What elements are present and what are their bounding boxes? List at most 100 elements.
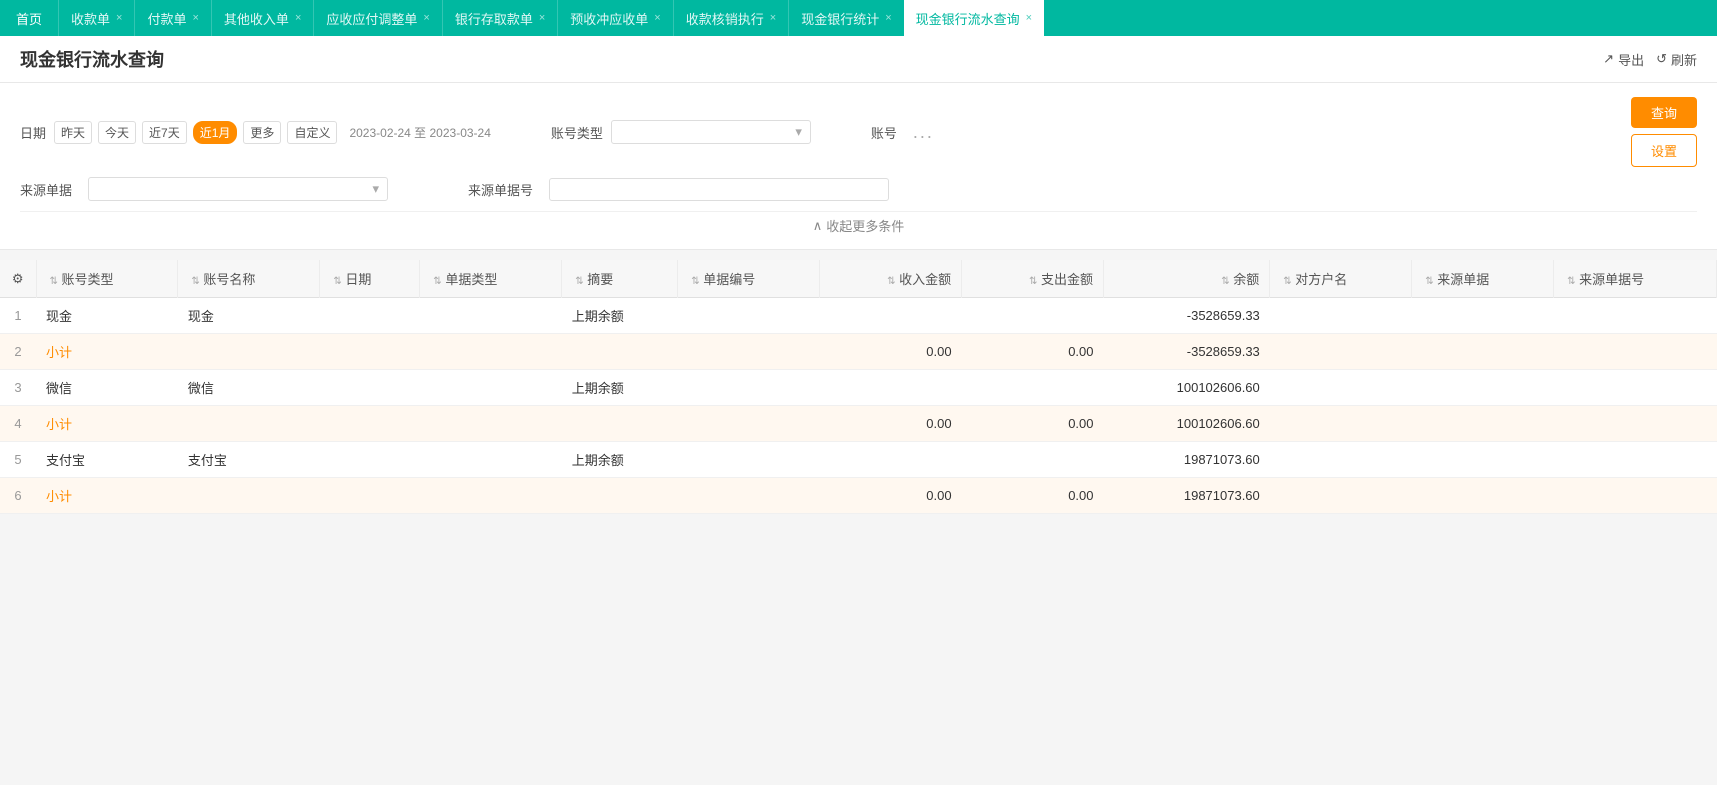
refresh-button[interactable]: ↺ 刷新 — [1656, 50, 1697, 69]
source-doc-select[interactable]: ▾ — [88, 177, 388, 201]
close-icon[interactable]: × — [654, 12, 660, 24]
export-button[interactable]: ↗ 导出 — [1603, 50, 1644, 69]
nav-tab-prepay[interactable]: 预收冲应收单 × — [557, 0, 672, 36]
collapse-button[interactable]: ∧ 收起更多条件 — [20, 211, 1697, 239]
cell-counterpart — [1270, 334, 1412, 370]
nav-tab-verify[interactable]: 收款核销执行 × — [673, 0, 788, 36]
table-body: 1 现金 现金 上期余额 -3528659.33 2 小计 0.00 0.00 … — [0, 298, 1717, 514]
top-nav: 首页 收款单 × 付款单 × 其他收入单 × 应收应付调整单 × 银行存取款单 … — [0, 0, 1717, 36]
cell-account-name — [178, 334, 320, 370]
data-table: ⚙ ⇅ 账号类型 ⇅ 账号名称 ⇅ 日期 ⇅ 单据类型 ⇅ — [0, 260, 1717, 514]
sort-icon-4[interactable]: ⇅ — [433, 276, 441, 287]
sort-icon-3[interactable]: ⇅ — [333, 276, 341, 287]
cell-date — [320, 406, 420, 442]
cell-expense: 0.00 — [962, 334, 1104, 370]
th-summary: ⇅ 摘要 — [562, 260, 678, 298]
cell-date — [320, 334, 420, 370]
cell-source-doc-no — [1554, 298, 1717, 334]
cell-counterpart — [1270, 442, 1412, 478]
sort-icon-11[interactable]: ⇅ — [1425, 276, 1433, 287]
table-row[interactable]: 6 小计 0.00 0.00 19871073.60 — [0, 478, 1717, 514]
settings-button[interactable]: 设置 — [1631, 134, 1697, 167]
cell-source-doc — [1412, 442, 1554, 478]
query-button[interactable]: 查询 — [1631, 97, 1697, 128]
table-row[interactable]: 3 微信 微信 上期余额 100102606.60 — [0, 370, 1717, 406]
nav-home[interactable]: 首页 — [0, 0, 58, 36]
th-income: ⇅ 收入金额 — [820, 260, 962, 298]
table-row[interactable]: 1 现金 现金 上期余额 -3528659.33 — [0, 298, 1717, 334]
date-btn-yesterday[interactable]: 昨天 — [54, 121, 92, 144]
source-doc-no-input[interactable] — [549, 178, 889, 201]
cell-source-doc-no — [1554, 442, 1717, 478]
cell-counterpart — [1270, 370, 1412, 406]
table-row[interactable]: 4 小计 0.00 0.00 100102606.60 — [0, 406, 1717, 442]
th-account-name: ⇅ 账号名称 — [178, 260, 320, 298]
export-icon: ↗ — [1603, 51, 1614, 67]
th-source-doc-no: ⇅ 来源单据号 — [1554, 260, 1717, 298]
cell-counterpart — [1270, 406, 1412, 442]
sort-icon-5[interactable]: ⇅ — [575, 276, 583, 287]
cell-doc-type — [420, 334, 562, 370]
nav-tab-fukuan[interactable]: 付款单 × — [134, 0, 210, 36]
cell-balance: -3528659.33 — [1104, 334, 1270, 370]
filter-row-1: 日期 昨天 今天 近7天 近1月 更多 自定义 2023-02-24 至 202… — [20, 97, 1697, 167]
sort-icon-6[interactable]: ⇅ — [691, 276, 699, 287]
sort-icon-10[interactable]: ⇅ — [1283, 276, 1291, 287]
close-icon[interactable]: × — [423, 12, 429, 24]
nav-tab-flow-query[interactable]: 现金银行流水查询 × — [904, 0, 1044, 36]
account-dots[interactable]: ... — [913, 122, 934, 143]
chevron-down-icon-2: ▾ — [372, 181, 379, 197]
row-number: 2 — [0, 334, 36, 370]
cell-expense: 0.00 — [962, 406, 1104, 442]
source-doc-filter: 来源单据 ▾ — [20, 177, 388, 201]
nav-tab-adjustment[interactable]: 应收应付调整单 × — [313, 0, 441, 36]
sort-icon-7[interactable]: ⇅ — [887, 276, 895, 287]
nav-tab-stats[interactable]: 现金银行统计 × — [788, 0, 903, 36]
nav-tab-bank-deposit[interactable]: 银行存取款单 × — [442, 0, 557, 36]
close-icon[interactable]: × — [539, 12, 545, 24]
cell-account-name — [178, 406, 320, 442]
cell-date — [320, 298, 420, 334]
cell-summary: 上期余额 — [562, 442, 678, 478]
cell-account-name: 支付宝 — [178, 442, 320, 478]
date-btn-more[interactable]: 更多 — [243, 121, 281, 144]
row-number: 1 — [0, 298, 36, 334]
nav-tab-shoukuan[interactable]: 收款单 × — [58, 0, 134, 36]
close-icon[interactable]: × — [116, 12, 122, 24]
filter-row-2: 来源单据 ▾ 来源单据号 — [20, 177, 1697, 201]
date-btn-custom[interactable]: 自定义 — [287, 121, 337, 144]
cell-counterpart — [1270, 478, 1412, 514]
account-type-label: 账号类型 — [551, 123, 603, 142]
sort-icon-2[interactable]: ⇅ — [191, 276, 199, 287]
account-filter: 账号 ... — [871, 122, 934, 143]
cell-doc-type — [420, 298, 562, 334]
page-header: 现金银行流水查询 ↗ 导出 ↺ 刷新 — [0, 36, 1717, 83]
close-icon[interactable]: × — [1026, 12, 1032, 24]
table-row[interactable]: 5 支付宝 支付宝 上期余额 19871073.60 — [0, 442, 1717, 478]
nav-tab-other-income[interactable]: 其他收入单 × — [211, 0, 313, 36]
account-type-select[interactable]: ▾ — [611, 120, 811, 144]
close-icon[interactable]: × — [770, 12, 776, 24]
cell-income — [820, 442, 962, 478]
cell-balance: 19871073.60 — [1104, 478, 1270, 514]
cell-expense — [962, 298, 1104, 334]
date-btn-7days[interactable]: 近7天 — [142, 121, 187, 144]
filter-area: 日期 昨天 今天 近7天 近1月 更多 自定义 2023-02-24 至 202… — [0, 83, 1717, 250]
close-icon[interactable]: × — [295, 12, 301, 24]
sort-icon-8[interactable]: ⇅ — [1029, 276, 1037, 287]
sort-icon-12[interactable]: ⇅ — [1567, 276, 1575, 287]
date-btn-1month[interactable]: 近1月 — [193, 121, 238, 144]
close-icon[interactable]: × — [192, 12, 198, 24]
table-row[interactable]: 2 小计 0.00 0.00 -3528659.33 — [0, 334, 1717, 370]
cell-doc-type — [420, 442, 562, 478]
th-gear[interactable]: ⚙ — [0, 260, 36, 298]
date-btn-today[interactable]: 今天 — [98, 121, 136, 144]
sort-icon[interactable]: ⇅ — [50, 276, 58, 287]
cell-doc-type — [420, 370, 562, 406]
cell-doc-type — [420, 478, 562, 514]
sort-icon-9[interactable]: ⇅ — [1221, 276, 1229, 287]
th-expense: ⇅ 支出金额 — [962, 260, 1104, 298]
cell-date — [320, 442, 420, 478]
chevron-down-icon: ▾ — [795, 124, 802, 140]
close-icon[interactable]: × — [885, 12, 891, 24]
